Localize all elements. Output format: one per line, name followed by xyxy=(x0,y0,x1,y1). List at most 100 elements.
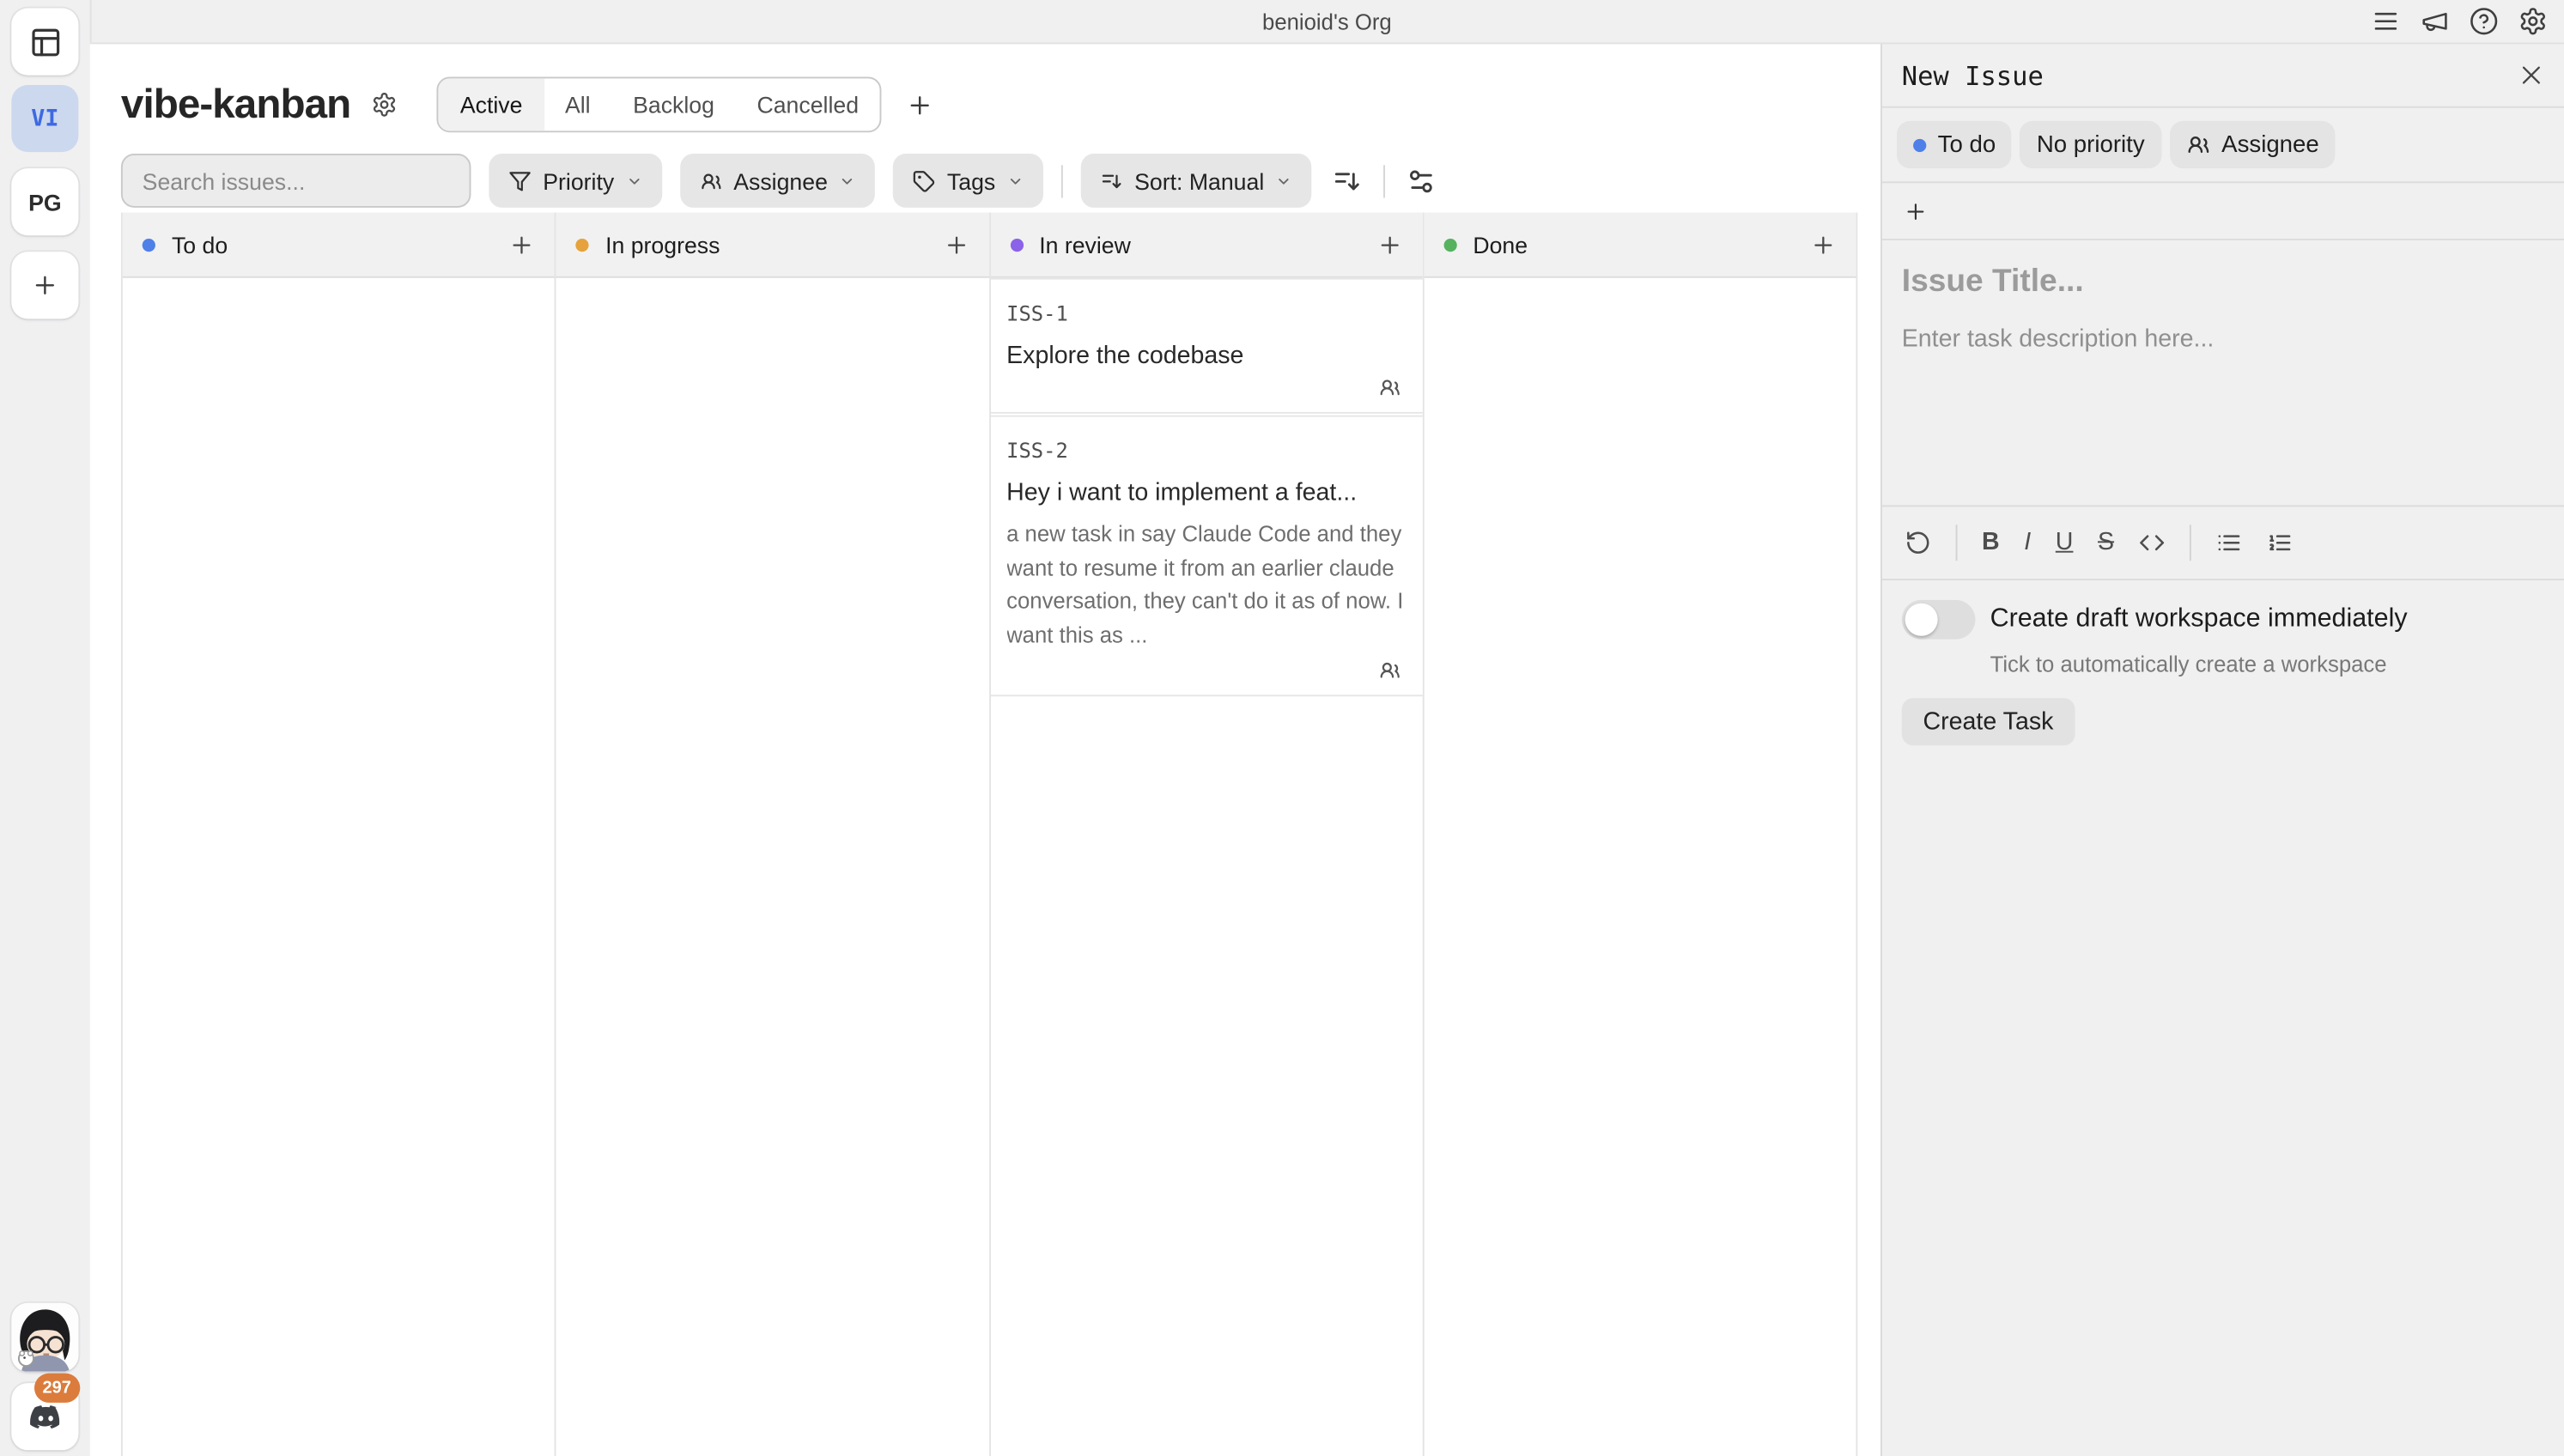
issue-description-input[interactable]: Enter task description here... xyxy=(1902,325,2544,353)
view-tabs: Active All Backlog Cancelled xyxy=(437,77,882,133)
create-workspace-toggle[interactable] xyxy=(1902,600,1976,640)
status-badge[interactable]: To do xyxy=(1897,121,2012,168)
tab-backlog[interactable]: Backlog xyxy=(611,78,735,130)
bold-icon[interactable]: B xyxy=(1982,530,2000,555)
numbered-list-icon[interactable] xyxy=(2266,530,2292,555)
tags-filter-button[interactable]: Tags xyxy=(893,154,1042,208)
italic-icon[interactable]: I xyxy=(2024,530,2031,555)
menu-icon[interactable] xyxy=(2371,7,2400,36)
add-card-button[interactable] xyxy=(1376,231,1402,257)
avatar-image xyxy=(11,1303,78,1372)
workspace-initials: VI xyxy=(31,106,58,131)
priority-filter-button[interactable]: Priority xyxy=(489,154,661,208)
user-avatar[interactable] xyxy=(11,1303,78,1372)
tab-active[interactable]: Active xyxy=(439,78,544,130)
column-title: In progress xyxy=(605,231,927,257)
panel-title: New Issue xyxy=(1902,60,2044,91)
status-dot xyxy=(143,238,155,251)
kanban-board: To do In progress In review ISS-1 Explore th… xyxy=(121,213,1857,1456)
workspace-item-pg[interactable]: PG xyxy=(11,168,78,235)
status-dot xyxy=(1913,138,1926,151)
panel-header: New Issue xyxy=(1882,44,2564,106)
workspace-item-vi[interactable]: VI xyxy=(11,85,78,152)
undo-icon[interactable] xyxy=(1905,530,1931,555)
underline-icon[interactable]: U xyxy=(2056,530,2074,555)
column-header: Done xyxy=(1424,213,1856,278)
assignees-icon[interactable] xyxy=(1378,658,1401,682)
left-rail: VI PG xyxy=(0,0,92,1456)
sort-button[interactable]: Sort: Manual xyxy=(1080,154,1311,208)
page-header: vibe-kanban Active All Backlog Cancelled xyxy=(121,77,934,133)
add-card-button[interactable] xyxy=(943,231,969,257)
issue-card[interactable]: ISS-2Hey i want to implement a feat...a … xyxy=(990,416,1422,697)
panels-layout-icon xyxy=(28,26,61,58)
create-task-button[interactable]: Create Task xyxy=(1902,698,2075,745)
toggle-row: Create draft workspace immediately xyxy=(1902,600,2544,640)
divider xyxy=(1956,525,1958,561)
board-page: vibe-kanban Active All Backlog Cancelled… xyxy=(90,44,1880,1456)
help-icon[interactable] xyxy=(2470,7,2499,36)
page-title: vibe-kanban xyxy=(121,81,350,128)
card-footer xyxy=(1006,658,1406,682)
assignee-filter-button[interactable]: Assignee xyxy=(679,154,875,208)
status-dot xyxy=(1443,238,1456,251)
status-dot xyxy=(576,238,589,251)
search-input[interactable] xyxy=(121,154,471,208)
issue-id: ISS-1 xyxy=(1006,300,1406,325)
issue-id: ISS-2 xyxy=(1006,438,1406,463)
settings-gear-icon[interactable] xyxy=(2518,7,2548,36)
bullet-list-icon[interactable] xyxy=(2215,530,2241,555)
boards-home-button[interactable] xyxy=(11,9,78,76)
priority-badge-label: No priority xyxy=(2037,131,2145,157)
app-root: benioid's Org VI PG xyxy=(0,0,2564,1456)
assignee-badge[interactable]: Assignee xyxy=(2169,121,2336,168)
display-settings-icon[interactable] xyxy=(1407,166,1436,195)
org-title: benioid's Org xyxy=(90,9,2564,33)
issue-description: a new task in say Claude Code and they w… xyxy=(1006,519,1406,652)
status-badge-label: To do xyxy=(1938,131,1996,157)
divider xyxy=(2190,525,2191,561)
issue-editor: Issue Title... Enter task description he… xyxy=(1882,240,2564,506)
add-card-button[interactable] xyxy=(509,231,535,257)
code-icon[interactable] xyxy=(2139,530,2165,555)
chevron-down-icon xyxy=(626,173,642,189)
sort-label: Sort: Manual xyxy=(1134,167,1264,193)
workspace-toggle-section: Create draft workspace immediately Tick … xyxy=(1882,580,2564,745)
kanban-column-in-review: In review ISS-1 Explore the codebase ISS-2H… xyxy=(990,213,1424,1456)
kanban-column-in-progress: In progress xyxy=(556,213,990,1456)
issue-card[interactable]: ISS-1 Explore the codebase xyxy=(990,278,1422,414)
board-settings-icon[interactable] xyxy=(372,92,398,118)
assignees-icon[interactable] xyxy=(1378,376,1401,399)
topbar-actions xyxy=(2371,7,2564,36)
priority-filter-label: Priority xyxy=(543,167,614,193)
issue-title: Explore the codebase xyxy=(1006,342,1406,369)
add-property-button[interactable] xyxy=(1904,198,1929,223)
viewport: benioid's Org VI PG xyxy=(0,0,2564,1456)
issue-title-input[interactable]: Issue Title... xyxy=(1902,240,2544,300)
strikethrough-icon[interactable]: S xyxy=(2098,530,2114,555)
column-title: Done xyxy=(1473,231,1794,257)
tag-icon xyxy=(913,169,936,192)
add-view-button[interactable] xyxy=(906,91,933,118)
add-card-button[interactable] xyxy=(1810,231,1836,257)
chevron-down-icon xyxy=(1007,173,1024,189)
users-icon xyxy=(699,169,722,192)
sort-icon xyxy=(1100,169,1123,192)
sort-order-icon[interactable] xyxy=(1333,166,1362,195)
priority-badge[interactable]: No priority xyxy=(2020,121,2161,168)
divider xyxy=(1383,164,1385,197)
issue-properties: To do No priority Assignee xyxy=(1882,108,2564,182)
chevron-down-icon xyxy=(1276,173,1292,189)
tab-cancelled[interactable]: Cancelled xyxy=(736,78,880,130)
discord-icon xyxy=(27,1398,63,1435)
assignee-badge-label: Assignee xyxy=(2221,131,2319,157)
status-dot xyxy=(1010,238,1023,251)
tab-all[interactable]: All xyxy=(544,78,611,130)
column-title: In review xyxy=(1039,231,1360,257)
discord-button[interactable]: 297 xyxy=(11,1383,78,1450)
column-header: In progress xyxy=(556,213,988,278)
add-workspace-button[interactable] xyxy=(11,252,78,318)
kanban-column-to-do: To do xyxy=(123,213,556,1456)
megaphone-icon[interactable] xyxy=(2420,7,2449,36)
close-icon[interactable] xyxy=(2518,62,2544,88)
